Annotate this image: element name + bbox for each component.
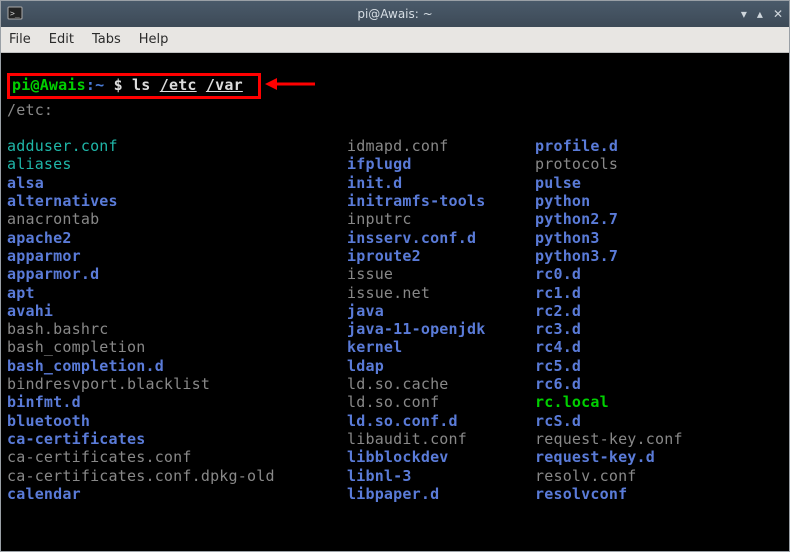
ls-entry: rc.local: [535, 393, 783, 411]
ls-entry: resolv.conf: [535, 467, 783, 485]
ls-entry: bash_completion.d: [7, 357, 347, 375]
ls-entry: rc2.d: [535, 302, 783, 320]
prompt-colon: :: [86, 76, 95, 94]
ls-entry: pulse: [535, 174, 783, 192]
ls-entry: java: [347, 302, 535, 320]
ls-entry: request-key.d: [535, 448, 783, 466]
ls-entry: apache2: [7, 229, 347, 247]
ls-entry: request-key.conf: [535, 430, 783, 448]
ls-column-2: idmapd.confifplugdinit.dinitramfs-toolsi…: [347, 137, 535, 503]
ls-entry: profile.d: [535, 137, 783, 155]
ls-entry: python: [535, 192, 783, 210]
ls-entry: issue: [347, 265, 535, 283]
prompt-user: pi: [12, 76, 30, 94]
ls-entry: python3.7: [535, 247, 783, 265]
ls-entry: libaudit.conf: [347, 430, 535, 448]
ls-entry: ldap: [347, 357, 535, 375]
ls-entry: ca-certificates.conf.dpkg-old: [7, 467, 347, 485]
ls-entry: apt: [7, 284, 347, 302]
menu-edit[interactable]: Edit: [49, 32, 74, 47]
titlebar[interactable]: >_ pi@Awais: ~ ▾ ▴ ✕: [1, 1, 789, 27]
prompt-path: ~: [95, 76, 104, 94]
ls-entry: bluetooth: [7, 412, 347, 430]
ls-entry: avahi: [7, 302, 347, 320]
ls-entry: issue.net: [347, 284, 535, 302]
ls-entry: calendar: [7, 485, 347, 503]
ls-entry: protocols: [535, 155, 783, 173]
ls-entry: libnl-3: [347, 467, 535, 485]
maximize-button[interactable]: ▴: [757, 7, 763, 21]
command-arg1: /etc: [160, 76, 197, 94]
ls-entry: anacrontab: [7, 210, 347, 228]
ls-entry: iproute2: [347, 247, 535, 265]
prompt-highlight-box: pi@Awais:~ $ ls /etc /var: [7, 73, 261, 98]
ls-entry: initramfs-tools: [347, 192, 535, 210]
ls-entry: idmapd.conf: [347, 137, 535, 155]
ls-entry: ca-certificates.conf: [7, 448, 347, 466]
ls-entry: alsa: [7, 174, 347, 192]
menu-tabs[interactable]: Tabs: [92, 32, 121, 47]
ls-entry: python2.7: [535, 210, 783, 228]
window-controls: ▾ ▴ ✕: [741, 1, 783, 27]
ls-entry: aliases: [7, 155, 347, 173]
svg-text:>_: >_: [10, 9, 20, 18]
ls-entry: ld.so.conf.d: [347, 412, 535, 430]
ls-entry: kernel: [347, 338, 535, 356]
ls-entry: adduser.conf: [7, 137, 347, 155]
ls-entry: ifplugd: [347, 155, 535, 173]
close-button[interactable]: ✕: [773, 7, 783, 21]
ls-entry: rc6.d: [535, 375, 783, 393]
terminal-output[interactable]: pi@Awais:~ $ ls /etc /var /etc: adduser.…: [1, 53, 789, 527]
ls-entry: rc3.d: [535, 320, 783, 338]
window-title: pi@Awais: ~: [357, 7, 432, 21]
ls-entry: rc4.d: [535, 338, 783, 356]
ls-entry: resolvconf: [535, 485, 783, 503]
ls-column-1: adduser.confaliasesalsaalternativesanacr…: [7, 137, 347, 503]
directory-header: /etc:: [7, 101, 783, 119]
prompt-dollar: $: [114, 76, 123, 94]
ls-column-3: profile.dprotocolspulsepythonpython2.7py…: [535, 137, 783, 503]
ls-entry: rcS.d: [535, 412, 783, 430]
command: ls: [132, 76, 150, 94]
ls-entry: rc1.d: [535, 284, 783, 302]
ls-entry: binfmt.d: [7, 393, 347, 411]
ls-entry: ca-certificates: [7, 430, 347, 448]
menu-file[interactable]: File: [9, 32, 31, 47]
menu-help[interactable]: Help: [139, 32, 169, 47]
ls-entry: bash.bashrc: [7, 320, 347, 338]
ls-entry: java-11-openjdk: [347, 320, 535, 338]
ls-entry: ld.so.conf: [347, 393, 535, 411]
annotation-arrow-icon: [265, 76, 315, 96]
ls-entry: libblockdev: [347, 448, 535, 466]
ls-entry: inputrc: [347, 210, 535, 228]
command-arg2: /var: [206, 76, 243, 94]
ls-entry: ld.so.cache: [347, 375, 535, 393]
ls-columns: adduser.confaliasesalsaalternativesanacr…: [7, 137, 783, 503]
ls-entry: rc5.d: [535, 357, 783, 375]
ls-entry: apparmor.d: [7, 265, 347, 283]
menubar: File Edit Tabs Help: [1, 27, 789, 53]
prompt-host: Awais: [40, 76, 86, 94]
prompt-at: @: [30, 76, 39, 94]
ls-entry: python3: [535, 229, 783, 247]
ls-entry: init.d: [347, 174, 535, 192]
ls-entry: bindresvport.blacklist: [7, 375, 347, 393]
minimize-button[interactable]: ▾: [741, 7, 747, 21]
ls-entry: libpaper.d: [347, 485, 535, 503]
ls-entry: alternatives: [7, 192, 347, 210]
ls-entry: insserv.conf.d: [347, 229, 535, 247]
ls-entry: bash_completion: [7, 338, 347, 356]
terminal-icon: >_: [7, 5, 23, 21]
ls-entry: rc0.d: [535, 265, 783, 283]
ls-entry: apparmor: [7, 247, 347, 265]
